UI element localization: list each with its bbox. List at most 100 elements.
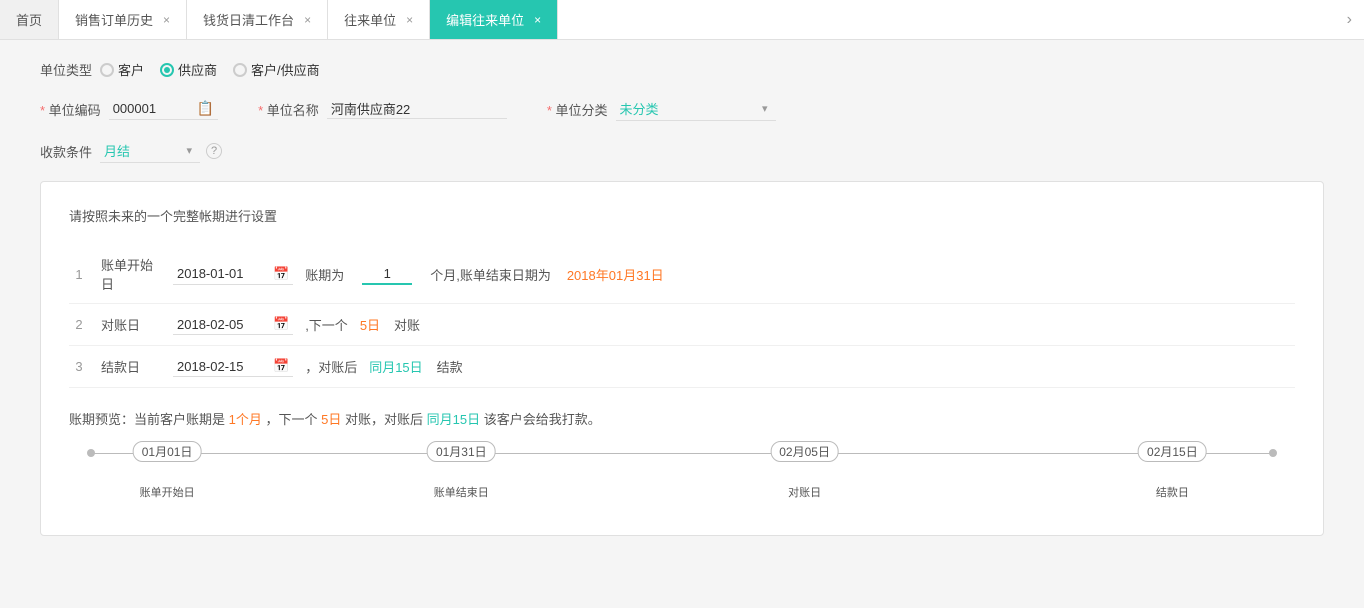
settings-panel: 请按照未来的一个完整帐期进行设置 1 账单开始日 📅 账期为 个月,账单结束日期… bbox=[40, 181, 1324, 536]
row-3-cal-icon[interactable]: 📅 bbox=[273, 358, 289, 374]
row-1-suffix-after: 个月,账单结束日期为 bbox=[430, 265, 551, 284]
unit-name-group: 单位名称 bbox=[258, 99, 507, 119]
row-1-date-field: 📅 bbox=[173, 264, 293, 285]
tab-sales-history-label: 销售订单历史 bbox=[75, 10, 153, 29]
node-4-pill: 02月15日 bbox=[1138, 441, 1207, 462]
row-2-highlight1: 5日 bbox=[360, 315, 380, 334]
row-1-cal-icon[interactable]: 📅 bbox=[273, 266, 289, 282]
radio-supplier-circle bbox=[160, 63, 174, 77]
panel-row-3: 3 结款日 📅 ，对账后 同月15日 结款 bbox=[69, 346, 1295, 388]
radio-both-label: 客户/供应商 bbox=[251, 60, 320, 79]
tab-edit-partner-label: 编辑往来单位 bbox=[446, 10, 524, 29]
tab-cash-flow-label: 钱货日清工作台 bbox=[203, 10, 294, 29]
node-1-pill: 01月01日 bbox=[133, 441, 202, 462]
unit-category-arrow-icon: ▾ bbox=[762, 102, 768, 115]
unit-category-select[interactable]: 未分类 ▾ bbox=[616, 97, 776, 121]
unit-name-label: 单位名称 bbox=[258, 100, 319, 119]
tab-home-label: 首页 bbox=[16, 10, 42, 29]
row-2-suffix: 对账 bbox=[394, 315, 420, 334]
row-1-end-date: 2018年01月31日 bbox=[567, 265, 664, 284]
row-1-suffix-before: 账期为 bbox=[305, 265, 344, 284]
timeline-dot-left bbox=[87, 449, 95, 457]
preview-day: 5日 bbox=[321, 412, 341, 427]
preview-after1: 对账，对账后 bbox=[345, 412, 423, 427]
node-2-label: 账单结束日 bbox=[434, 484, 489, 500]
row-2-label: 对账日 bbox=[101, 315, 161, 334]
preview-month: 1个月 bbox=[229, 412, 262, 427]
timeline-line bbox=[89, 453, 1275, 454]
unit-code-icon[interactable]: 📋 bbox=[197, 100, 214, 117]
row-3-date-input[interactable] bbox=[177, 359, 267, 374]
unit-code-label: 单位编码 bbox=[40, 100, 101, 119]
timeline-node-4: 02月15日 结款日 bbox=[1138, 441, 1207, 500]
preview-before: 账期预览：当前客户账期是 bbox=[69, 412, 225, 427]
row-3-date-field: 📅 bbox=[173, 356, 293, 377]
row-3-highlight2: 同月15日 bbox=[369, 357, 422, 376]
row-1-months-input[interactable] bbox=[362, 264, 412, 285]
timeline-dot-right bbox=[1269, 449, 1277, 457]
main-content: 单位类型 客户 供应商 客户/供应商 单位编码 📋 单位 bbox=[0, 40, 1364, 608]
timeline-node-3: 02月05日 对账日 bbox=[770, 441, 839, 500]
radio-supplier-label: 供应商 bbox=[178, 60, 217, 79]
row-2-date-input[interactable] bbox=[177, 317, 267, 332]
preview-mid: ，下一个 bbox=[266, 412, 318, 427]
tab-sales-history[interactable]: 销售订单历史 × bbox=[59, 0, 187, 39]
radio-both-circle bbox=[233, 63, 247, 77]
row-2-prefix: ,下一个 bbox=[305, 315, 348, 334]
unit-code-input[interactable] bbox=[113, 101, 193, 116]
node-3-label: 对账日 bbox=[788, 484, 821, 500]
row-3-suffix: 结款 bbox=[437, 357, 463, 376]
row-1-label: 账单开始日 bbox=[101, 255, 161, 293]
row-1-num: 1 bbox=[69, 267, 89, 282]
preview-pay: 同月15日 bbox=[427, 412, 480, 427]
panel-row-1: 1 账单开始日 📅 账期为 个月,账单结束日期为 2018年01月31日 bbox=[69, 245, 1295, 304]
unit-category-group: 单位分类 未分类 ▾ bbox=[547, 97, 776, 121]
node-3-pill: 02月05日 bbox=[770, 441, 839, 462]
unit-type-radio-group: 客户 供应商 客户/供应商 bbox=[100, 60, 320, 79]
unit-code-input-wrap: 📋 bbox=[109, 98, 218, 120]
tab-sales-history-close[interactable]: × bbox=[163, 13, 170, 27]
payment-label: 收款条件 bbox=[40, 142, 92, 161]
tab-partner-label: 往来单位 bbox=[344, 10, 396, 29]
row-2-cal-icon[interactable]: 📅 bbox=[273, 316, 289, 332]
tab-partner-close[interactable]: × bbox=[406, 13, 413, 27]
row-3-num: 3 bbox=[69, 359, 89, 374]
payment-help-icon[interactable]: ? bbox=[206, 143, 222, 159]
preview-after2: 该客户会给我打款。 bbox=[484, 412, 601, 427]
radio-both[interactable]: 客户/供应商 bbox=[233, 60, 320, 79]
node-1-label: 账单开始日 bbox=[140, 484, 195, 500]
panel-hint: 请按照未来的一个完整帐期进行设置 bbox=[69, 206, 1295, 225]
row-1-date-input[interactable] bbox=[177, 266, 267, 281]
unit-code-group: 单位编码 📋 bbox=[40, 98, 218, 120]
row-3-label: 结款日 bbox=[101, 357, 161, 376]
radio-customer-label: 客户 bbox=[118, 60, 144, 79]
payment-select[interactable]: 月结 ▾ bbox=[100, 139, 200, 163]
unit-category-label: 单位分类 bbox=[547, 100, 608, 119]
tab-cash-flow-close[interactable]: × bbox=[304, 13, 311, 27]
payment-row: 收款条件 月结 ▾ ? bbox=[40, 139, 1324, 163]
unit-info-row: 单位编码 📋 单位名称 单位分类 未分类 ▾ bbox=[40, 97, 1324, 121]
preview-text: 账期预览：当前客户账期是 1个月 ，下一个 5日 对账，对账后 同月15日 该客… bbox=[69, 408, 1295, 431]
tabs-bar: 首页 销售订单历史 × 钱货日清工作台 × 往来单位 × 编辑往来单位 × › bbox=[0, 0, 1364, 40]
timeline-node-1: 01月01日 账单开始日 bbox=[133, 441, 202, 500]
row-3-prefix: ，对账后 bbox=[305, 357, 357, 376]
row-2-date-field: 📅 bbox=[173, 314, 293, 335]
radio-customer[interactable]: 客户 bbox=[100, 60, 144, 79]
radio-supplier[interactable]: 供应商 bbox=[160, 60, 217, 79]
timeline-node-2: 01月31日 账单结束日 bbox=[427, 441, 496, 500]
tab-arrow[interactable]: › bbox=[1335, 0, 1364, 39]
panel-row-2: 2 对账日 📅 ,下一个 5日 对账 bbox=[69, 304, 1295, 346]
node-2-pill: 01月31日 bbox=[427, 441, 496, 462]
unit-type-row: 单位类型 客户 供应商 客户/供应商 bbox=[40, 60, 1324, 79]
timeline-container: 01月01日 账单开始日 01月31日 账单结束日 02月05日 对账日 02月… bbox=[69, 441, 1295, 511]
tab-home[interactable]: 首页 bbox=[0, 0, 59, 39]
radio-customer-circle bbox=[100, 63, 114, 77]
payment-arrow-icon: ▾ bbox=[186, 144, 192, 157]
unit-name-input[interactable] bbox=[327, 99, 507, 119]
tab-partner[interactable]: 往来单位 × bbox=[328, 0, 430, 39]
node-4-label: 结款日 bbox=[1156, 484, 1189, 500]
unit-category-value: 未分类 bbox=[620, 99, 758, 118]
tab-edit-partner-close[interactable]: × bbox=[534, 13, 541, 27]
tab-edit-partner[interactable]: 编辑往来单位 × bbox=[430, 0, 558, 39]
tab-cash-flow[interactable]: 钱货日清工作台 × bbox=[187, 0, 328, 39]
